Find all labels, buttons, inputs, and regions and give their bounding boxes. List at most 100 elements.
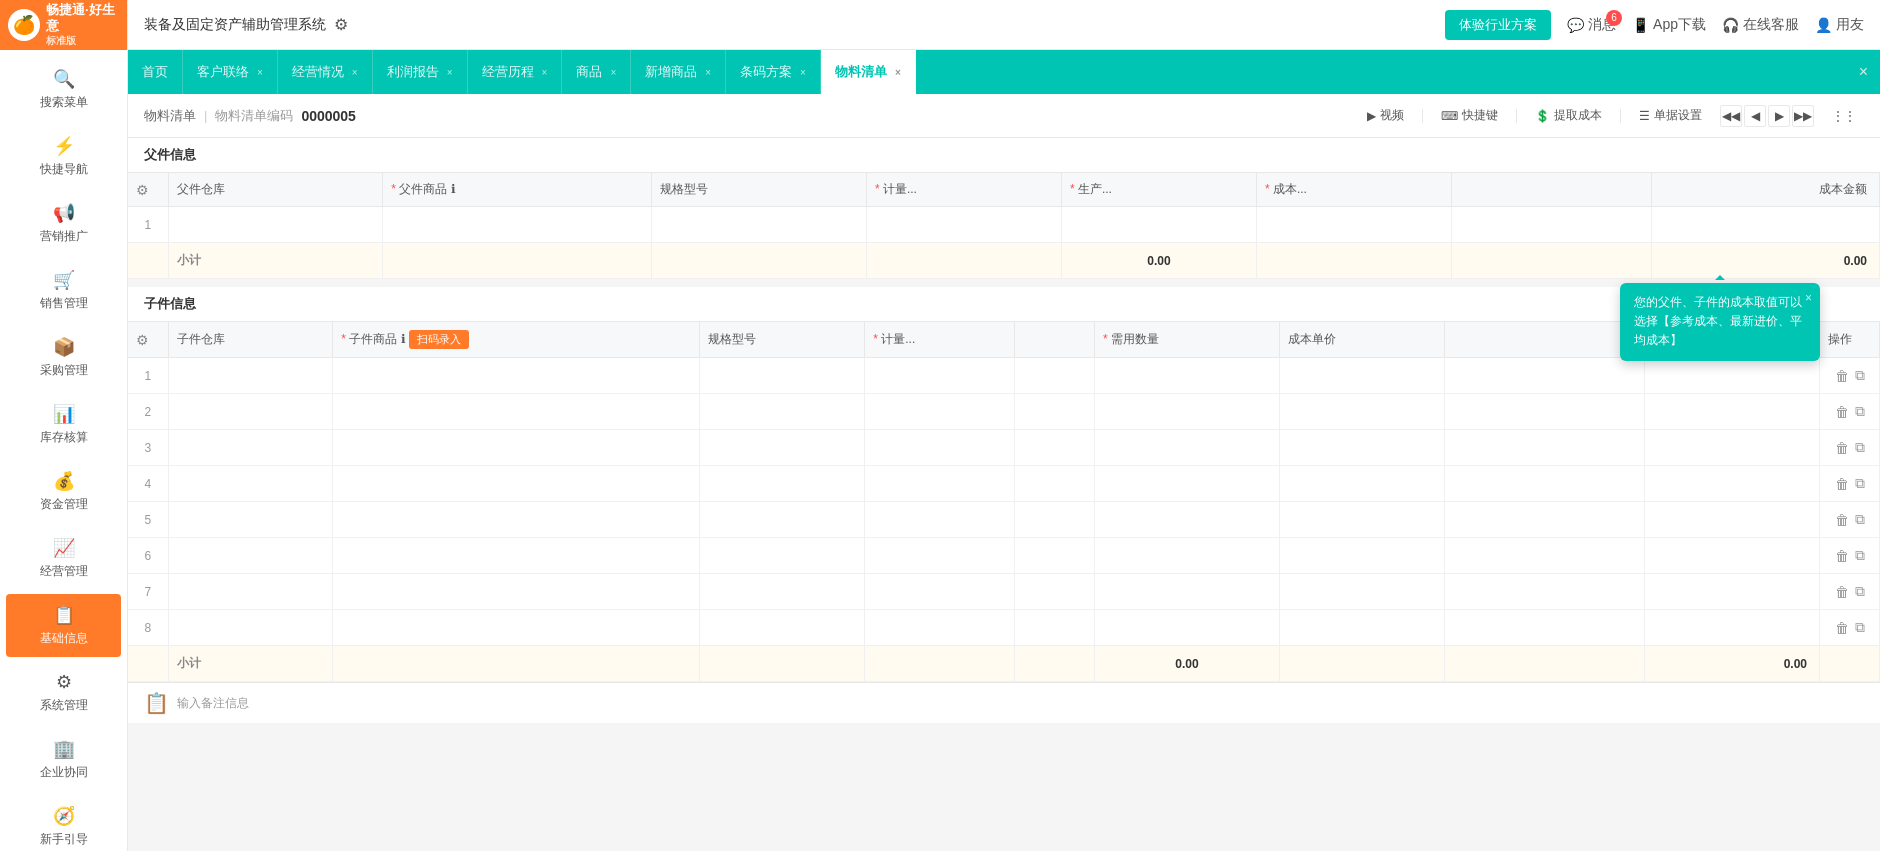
sidebar-item-sales[interactable]: 🛒销售管理 bbox=[6, 259, 121, 322]
copy-icon-4[interactable]: ⧉ bbox=[1855, 475, 1865, 492]
table-view-btn[interactable]: ⋮⋮ bbox=[1824, 105, 1864, 127]
child-cell-quantity-6[interactable] bbox=[1094, 538, 1279, 574]
sidebar-item-quick-nav[interactable]: ⚡快捷导航 bbox=[6, 125, 121, 188]
delete-icon-5[interactable]: 🗑 bbox=[1835, 512, 1849, 528]
child-cell-unit-cost-3[interactable] bbox=[1280, 430, 1445, 466]
sidebar-item-marketing[interactable]: 📢营销推广 bbox=[6, 192, 121, 255]
breadcrumb-bom[interactable]: 物料清单 bbox=[144, 107, 196, 125]
extract-cost-btn[interactable]: 💲 提取成本 bbox=[1527, 103, 1610, 128]
child-cell-cost-amount-2[interactable] bbox=[1644, 394, 1819, 430]
parent-cell-warehouse-1[interactable] bbox=[168, 207, 383, 243]
child-cell-quantity-7[interactable] bbox=[1094, 574, 1279, 610]
app-download-link[interactable]: 📱 App下载 bbox=[1632, 16, 1706, 34]
sidebar-item-basic-info[interactable]: 📋基础信息 bbox=[6, 594, 121, 657]
sidebar-item-system[interactable]: ⚙系统管理 bbox=[6, 661, 121, 724]
child-cell-spec-3[interactable] bbox=[700, 430, 865, 466]
tab-close-profit-report[interactable]: × bbox=[447, 67, 453, 78]
child-settings-icon[interactable]: ⚙ bbox=[136, 332, 149, 348]
child-cell-warehouse-4[interactable] bbox=[168, 466, 333, 502]
sidebar-item-enterprise[interactable]: 🏢企业协同 bbox=[6, 728, 121, 791]
child-cell-unit-6[interactable] bbox=[865, 538, 1015, 574]
child-cell-warehouse-3[interactable] bbox=[168, 430, 333, 466]
child-cell-cost-amount-3[interactable] bbox=[1644, 430, 1819, 466]
child-cell-unit-cost-2[interactable] bbox=[1280, 394, 1445, 430]
child-cell-quantity-4[interactable] bbox=[1094, 466, 1279, 502]
nav-prev[interactable]: ◀ bbox=[1744, 105, 1766, 127]
tab-close-bom[interactable]: × bbox=[895, 67, 901, 78]
close-all-tabs[interactable]: × bbox=[1847, 63, 1880, 81]
child-cell-unit-3[interactable] bbox=[865, 430, 1015, 466]
child-cell-spec-1[interactable] bbox=[700, 358, 865, 394]
trial-button[interactable]: 体验行业方案 bbox=[1445, 10, 1551, 40]
nav-tab-customer[interactable]: 客户联络× bbox=[183, 50, 278, 94]
child-cell-goods-1[interactable] bbox=[333, 358, 700, 394]
scan-button[interactable]: 扫码录入 bbox=[409, 330, 469, 349]
nav-tab-goods[interactable]: 商品× bbox=[562, 50, 631, 94]
child-cell-unit-cost-8[interactable] bbox=[1280, 610, 1445, 646]
child-cell-goods-4[interactable] bbox=[333, 466, 700, 502]
sidebar-item-finance[interactable]: 💰资金管理 bbox=[6, 460, 121, 523]
copy-icon-3[interactable]: ⧉ bbox=[1855, 439, 1865, 456]
child-cell-spec-8[interactable] bbox=[700, 610, 865, 646]
child-cell-spec-5[interactable] bbox=[700, 502, 865, 538]
child-cell-spec-4[interactable] bbox=[700, 466, 865, 502]
delete-icon-8[interactable]: 🗑 bbox=[1835, 620, 1849, 636]
single-setting-btn[interactable]: ☰ 单据设置 bbox=[1631, 103, 1710, 128]
nav-tab-new-goods[interactable]: 新增商品× bbox=[631, 50, 726, 94]
nav-tab-operation-history[interactable]: 经营历程× bbox=[468, 50, 563, 94]
child-cell-goods-2[interactable] bbox=[333, 394, 700, 430]
child-cell-goods-8[interactable] bbox=[333, 610, 700, 646]
tab-close-new-goods[interactable]: × bbox=[705, 67, 711, 78]
delete-icon-6[interactable]: 🗑 bbox=[1835, 548, 1849, 564]
sidebar-item-operation[interactable]: 📈经营管理 bbox=[6, 527, 121, 590]
copy-icon-5[interactable]: ⧉ bbox=[1855, 511, 1865, 528]
sidebar-item-guide[interactable]: 🧭新手引导 bbox=[6, 795, 121, 851]
parent-cell-cost-1[interactable] bbox=[1256, 207, 1451, 243]
child-cell-goods-3[interactable] bbox=[333, 430, 700, 466]
nav-last[interactable]: ▶▶ bbox=[1792, 105, 1814, 127]
delete-icon-3[interactable]: 🗑 bbox=[1835, 440, 1849, 456]
nav-tab-barcode[interactable]: 条码方案× bbox=[726, 50, 821, 94]
child-cell-warehouse-7[interactable] bbox=[168, 574, 333, 610]
parent-settings-icon[interactable]: ⚙ bbox=[136, 182, 149, 198]
child-cell-unit-cost-7[interactable] bbox=[1280, 574, 1445, 610]
child-cell-goods-6[interactable] bbox=[333, 538, 700, 574]
child-cell-warehouse-8[interactable] bbox=[168, 610, 333, 646]
child-cell-warehouse-2[interactable] bbox=[168, 394, 333, 430]
video-btn[interactable]: ▶ 视频 bbox=[1359, 103, 1412, 128]
child-cell-unit-cost-1[interactable] bbox=[1280, 358, 1445, 394]
delete-icon-7[interactable]: 🗑 bbox=[1835, 584, 1849, 600]
child-cell-spec-6[interactable] bbox=[700, 538, 865, 574]
delete-icon-4[interactable]: 🗑 bbox=[1835, 476, 1849, 492]
child-cell-unit-1[interactable] bbox=[865, 358, 1015, 394]
child-cell-unit-cost-4[interactable] bbox=[1280, 466, 1445, 502]
child-cell-warehouse-1[interactable] bbox=[168, 358, 333, 394]
parent-cell-produce-1[interactable] bbox=[1061, 207, 1256, 243]
tab-close-operation-history[interactable]: × bbox=[542, 67, 548, 78]
tab-close-operation-status[interactable]: × bbox=[352, 67, 358, 78]
nav-first[interactable]: ◀◀ bbox=[1720, 105, 1742, 127]
child-cell-cost-amount-6[interactable] bbox=[1644, 538, 1819, 574]
child-cell-quantity-1[interactable] bbox=[1094, 358, 1279, 394]
nav-next[interactable]: ▶ bbox=[1768, 105, 1790, 127]
child-cell-unit-cost-6[interactable] bbox=[1280, 538, 1445, 574]
child-cell-cost-amount-5[interactable] bbox=[1644, 502, 1819, 538]
parent-cell-goods-1[interactable] bbox=[383, 207, 652, 243]
delete-icon-1[interactable]: 🗑 bbox=[1835, 368, 1849, 384]
user-avatar[interactable]: 👤 用友 bbox=[1815, 16, 1864, 34]
child-cell-goods-5[interactable] bbox=[333, 502, 700, 538]
child-cell-cost-amount-1[interactable] bbox=[1644, 358, 1819, 394]
parent-cell-cost-amount-1[interactable] bbox=[1651, 207, 1879, 243]
child-cell-warehouse-6[interactable] bbox=[168, 538, 333, 574]
child-cell-unit-4[interactable] bbox=[865, 466, 1015, 502]
tab-close-customer[interactable]: × bbox=[257, 67, 263, 78]
sidebar-item-inventory[interactable]: 📊库存核算 bbox=[6, 393, 121, 456]
online-service-link[interactable]: 🎧 在线客服 bbox=[1722, 16, 1799, 34]
nav-tab-profit-report[interactable]: 利润报告× bbox=[373, 50, 468, 94]
nav-tab-home[interactable]: 首页 bbox=[128, 50, 183, 94]
copy-icon-2[interactable]: ⧉ bbox=[1855, 403, 1865, 420]
nav-tab-bom[interactable]: 物料清单× bbox=[821, 50, 916, 94]
child-cell-quantity-2[interactable] bbox=[1094, 394, 1279, 430]
copy-icon-1[interactable]: ⧉ bbox=[1855, 367, 1865, 384]
parent-cell-spec-1[interactable] bbox=[652, 207, 867, 243]
